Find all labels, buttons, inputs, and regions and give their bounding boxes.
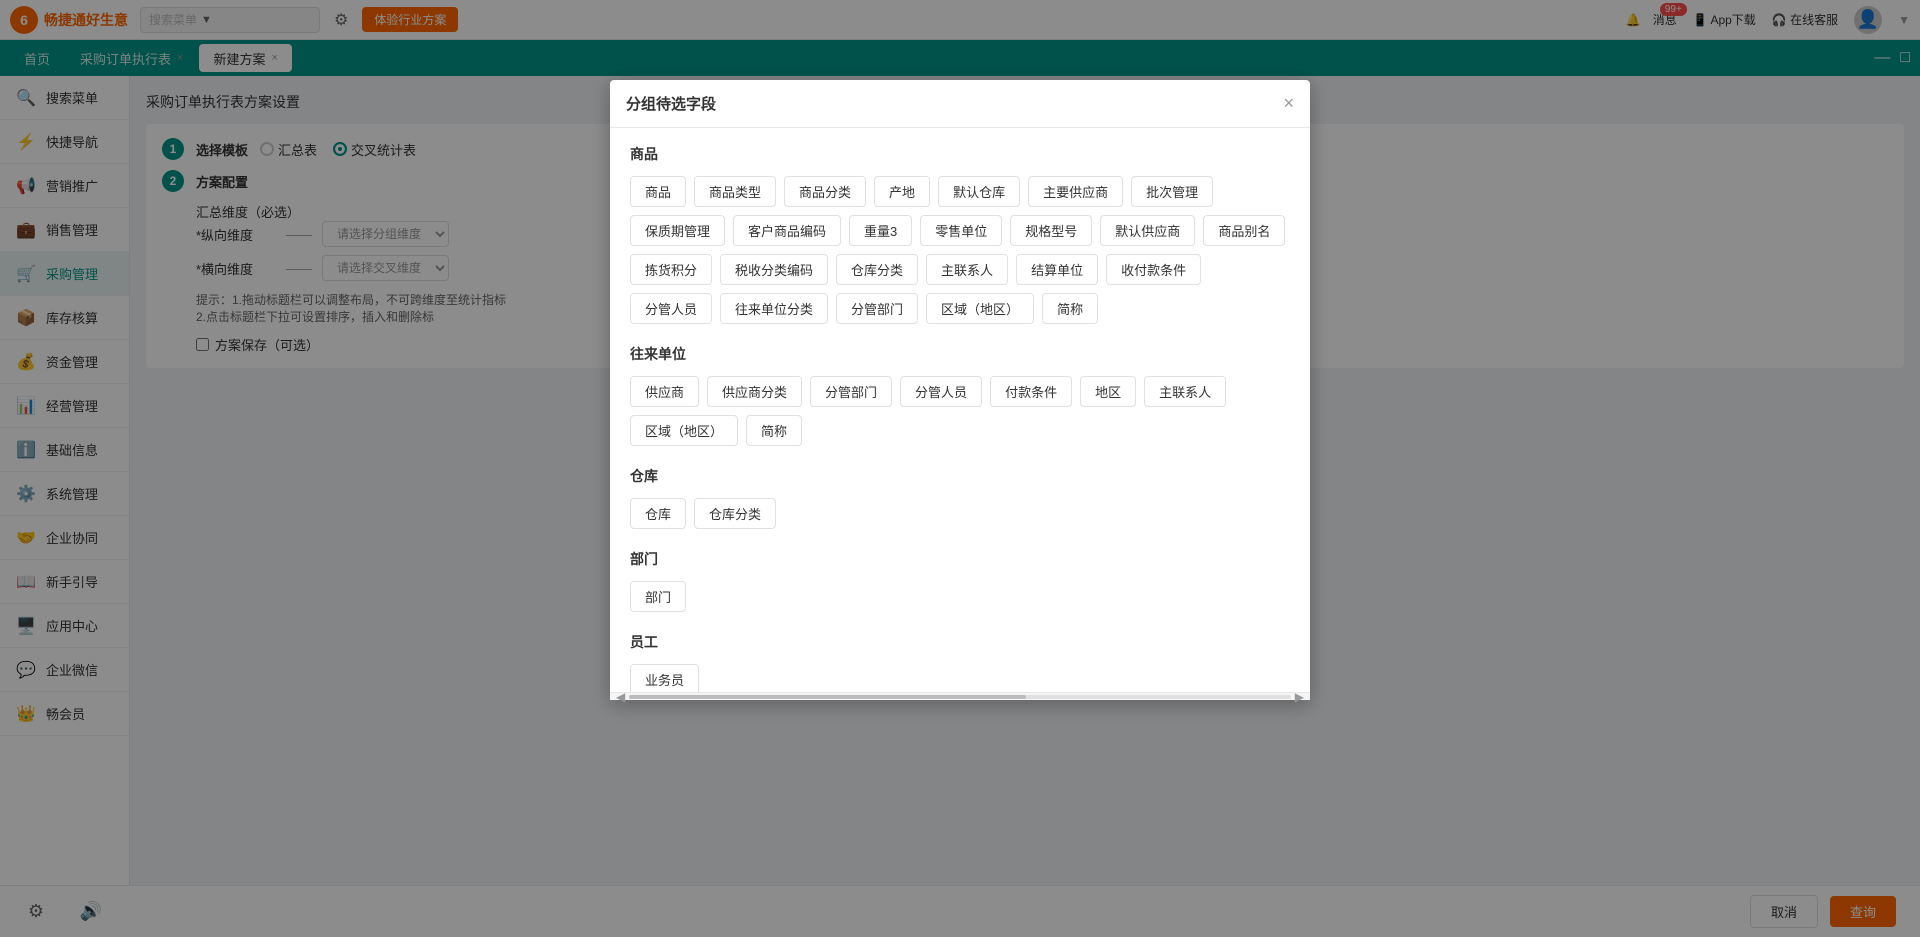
modal-overlay: 分组待选字段 × 商品 商品 商品类型 商品分类 产地 默认仓库 主要供应商 批…	[0, 0, 1920, 937]
modal-horizontal-scrollbar[interactable]: ◀ ▶	[610, 692, 1310, 700]
tag-pick-points[interactable]: 拣货积分	[630, 254, 712, 285]
field-group-employee: 员工 业务员	[630, 632, 1290, 692]
tag-batch-management[interactable]: 批次管理	[1131, 176, 1213, 207]
tag-area[interactable]: 地区	[1080, 376, 1136, 407]
modal-title: 分组待选字段	[626, 93, 716, 114]
tag-region[interactable]: 区域（地区）	[926, 293, 1034, 324]
tag-pay-terms[interactable]: 付款条件	[990, 376, 1072, 407]
tag-supplier[interactable]: 供应商	[630, 376, 699, 407]
field-group-warehouse-title: 仓库	[630, 466, 1290, 486]
field-group-partner: 往来单位 供应商 供应商分类 分管部门 分管人员 付款条件 地区 主联系人 区域…	[630, 344, 1290, 446]
tag-expiry-management[interactable]: 保质期管理	[630, 215, 725, 246]
tag-tax-code[interactable]: 税收分类编码	[720, 254, 828, 285]
employee-field-tags: 业务员	[630, 664, 1290, 692]
tag-salesperson[interactable]: 业务员	[630, 664, 699, 692]
tag-short-name[interactable]: 简称	[1042, 293, 1098, 324]
tag-retail-unit[interactable]: 零售单位	[920, 215, 1002, 246]
partner-field-tags: 供应商 供应商分类 分管部门 分管人员 付款条件 地区 主联系人 区域（地区） …	[630, 376, 1290, 446]
tag-default-supplier[interactable]: 默认供应商	[1100, 215, 1195, 246]
tag-supplier-category[interactable]: 供应商分类	[707, 376, 802, 407]
tag-warehouse-cat[interactable]: 仓库分类	[694, 498, 776, 529]
tag-dept[interactable]: 分管部门	[836, 293, 918, 324]
tag-product-alias[interactable]: 商品别名	[1203, 215, 1285, 246]
tag-partner-short-name[interactable]: 简称	[746, 415, 802, 446]
tag-department[interactable]: 部门	[630, 581, 686, 612]
tag-settlement-unit[interactable]: 结算单位	[1016, 254, 1098, 285]
field-group-product: 商品 商品 商品类型 商品分类 产地 默认仓库 主要供应商 批次管理 保质期管理…	[630, 144, 1290, 324]
product-field-tags: 商品 商品类型 商品分类 产地 默认仓库 主要供应商 批次管理 保质期管理 客户…	[630, 176, 1290, 324]
tag-origin[interactable]: 产地	[874, 176, 930, 207]
tag-product[interactable]: 商品	[630, 176, 686, 207]
modal-dialog: 分组待选字段 × 商品 商品 商品类型 商品分类 产地 默认仓库 主要供应商 批…	[610, 80, 1310, 700]
modal-body: 商品 商品 商品类型 商品分类 产地 默认仓库 主要供应商 批次管理 保质期管理…	[610, 128, 1310, 692]
modal-header: 分组待选字段 ×	[610, 80, 1310, 128]
tag-partner-main-contact[interactable]: 主联系人	[1144, 376, 1226, 407]
tag-product-type[interactable]: 商品类型	[694, 176, 776, 207]
field-group-partner-title: 往来单位	[630, 344, 1290, 364]
tag-partner-dept[interactable]: 分管部门	[810, 376, 892, 407]
tag-main-contact[interactable]: 主联系人	[926, 254, 1008, 285]
tag-main-supplier[interactable]: 主要供应商	[1028, 176, 1123, 207]
department-field-tags: 部门	[630, 581, 1290, 612]
field-group-employee-title: 员工	[630, 632, 1290, 652]
tag-weight3[interactable]: 重量3	[849, 215, 912, 246]
tag-spec-model[interactable]: 规格型号	[1010, 215, 1092, 246]
tag-product-category[interactable]: 商品分类	[784, 176, 866, 207]
tag-default-warehouse[interactable]: 默认仓库	[938, 176, 1020, 207]
modal-close-button[interactable]: ×	[1283, 93, 1294, 114]
scrollbar-track	[629, 695, 1291, 699]
tag-payment-terms[interactable]: 收付款条件	[1106, 254, 1201, 285]
field-group-department-title: 部门	[630, 549, 1290, 569]
field-group-department: 部门 部门	[630, 549, 1290, 612]
tag-warehouse-category[interactable]: 仓库分类	[836, 254, 918, 285]
warehouse-field-tags: 仓库 仓库分类	[630, 498, 1290, 529]
scrollbar-thumb	[629, 695, 1026, 699]
field-group-warehouse: 仓库 仓库 仓库分类	[630, 466, 1290, 529]
scrollbar-left-arrow[interactable]: ◀	[612, 690, 629, 704]
tag-partner-manager[interactable]: 分管人员	[900, 376, 982, 407]
tag-warehouse[interactable]: 仓库	[630, 498, 686, 529]
tag-manager[interactable]: 分管人员	[630, 293, 712, 324]
field-group-product-title: 商品	[630, 144, 1290, 164]
tag-partner-region[interactable]: 区域（地区）	[630, 415, 738, 446]
scrollbar-right-arrow[interactable]: ▶	[1291, 690, 1308, 704]
tag-partner-category[interactable]: 往来单位分类	[720, 293, 828, 324]
tag-customer-code[interactable]: 客户商品编码	[733, 215, 841, 246]
